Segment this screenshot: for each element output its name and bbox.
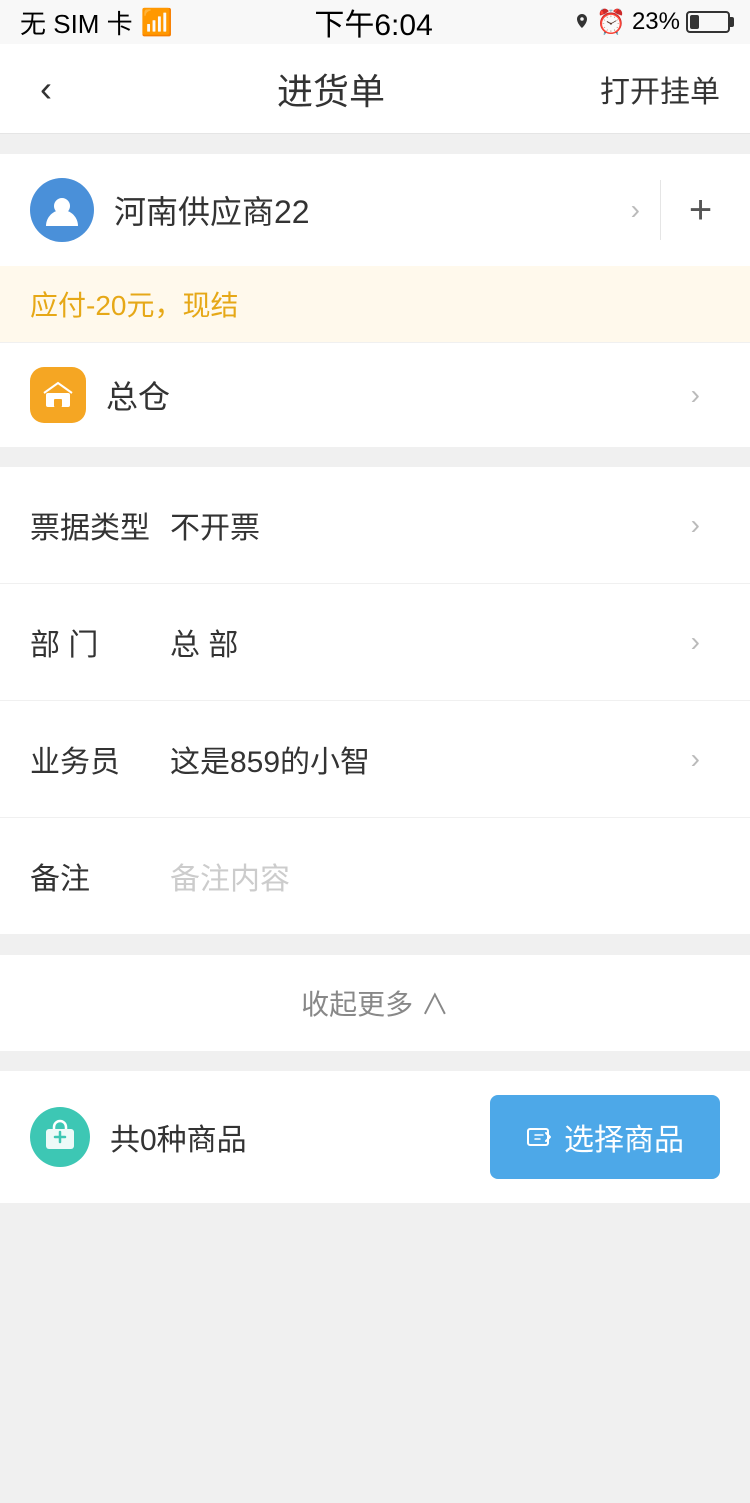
supplier-add-button[interactable]: + (660, 180, 720, 240)
product-count: 共0种商品 (110, 1115, 490, 1159)
nav-bar: ‹ 进货单 打开挂单 (0, 44, 750, 134)
alert-text: 应付-20元，现结 (30, 290, 238, 321)
supplier-section: 河南供应商22 › + 应付-20元，现结 总仓 › (0, 154, 750, 447)
collapse-row[interactable]: 收起更多 ∧ (0, 954, 750, 1051)
open-pending-button[interactable]: 打开挂单 (600, 67, 720, 111)
bottom-bar: 共0种商品 选择商品 (0, 1071, 750, 1203)
page-title: 进货单 (277, 63, 385, 115)
salesperson-chevron-icon: › (691, 743, 700, 775)
form-row-ticket-type[interactable]: 票据类型 不开票 › (0, 467, 750, 584)
supplier-name: 河南供应商22 (114, 187, 631, 233)
status-left: 无 SIM 卡 📶 (20, 4, 173, 41)
gap-1 (0, 134, 750, 154)
department-value: 总 部 (170, 620, 691, 664)
salesperson-label: 业务员 (30, 737, 170, 781)
department-label: 部 门 (30, 620, 170, 664)
ticket-type-chevron-icon: › (691, 509, 700, 541)
add-icon: + (689, 190, 712, 230)
warehouse-row[interactable]: 总仓 › (0, 342, 750, 447)
note-label: 备注 (30, 854, 170, 898)
battery-icon (686, 11, 730, 33)
select-product-button[interactable]: 选择商品 (490, 1095, 720, 1179)
location-icon (574, 8, 590, 36)
status-time: 下午6:04 (314, 0, 432, 44)
ticket-type-value: 不开票 (170, 503, 691, 547)
wifi-icon: 📶 (141, 7, 173, 38)
collapse-label: 收起更多 ∧ (301, 983, 449, 1023)
form-row-salesperson[interactable]: 业务员 这是859的小智 › (0, 701, 750, 818)
form-row-department[interactable]: 部 门 总 部 › (0, 584, 750, 701)
back-button[interactable]: ‹ (30, 58, 62, 120)
warehouse-chevron-icon: › (691, 379, 700, 411)
product-icon (30, 1107, 90, 1167)
status-right: ⏰ 23% (574, 8, 730, 37)
note-placeholder: 备注内容 (170, 854, 720, 898)
alert-banner: 应付-20元，现结 (0, 266, 750, 342)
form-section: 票据类型 不开票 › 部 门 总 部 › 业务员 这是859的小智 › 备注 备… (0, 467, 750, 934)
ticket-type-label: 票据类型 (30, 503, 170, 547)
battery-percent: 23% (632, 8, 680, 36)
warehouse-name: 总仓 (106, 372, 691, 418)
supplier-chevron-icon: › (631, 194, 640, 226)
department-chevron-icon: › (691, 626, 700, 658)
alarm-icon: ⏰ (596, 8, 626, 37)
form-row-note[interactable]: 备注 备注内容 (0, 818, 750, 934)
warehouse-icon (30, 367, 86, 423)
salesperson-value: 这是859的小智 (170, 737, 691, 781)
supplier-row[interactable]: 河南供应商22 › + (0, 154, 750, 266)
supplier-avatar (30, 178, 94, 242)
select-product-label: 选择商品 (564, 1115, 684, 1159)
status-bar: 无 SIM 卡 📶 下午6:04 ⏰ 23% (0, 0, 750, 44)
carrier-label: 无 SIM 卡 (20, 4, 133, 41)
page-footer (0, 1203, 750, 1503)
